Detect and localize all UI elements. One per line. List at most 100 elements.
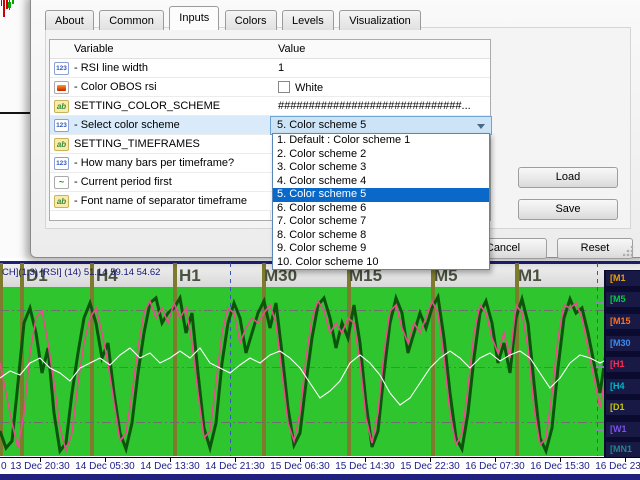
candlestick-fragment [8, 2, 11, 8]
timeframe-separator [90, 263, 94, 456]
tab-levels[interactable]: Levels [281, 10, 334, 30]
candlestick-fragment [1, 0, 2, 6]
candlestick-fragment [12, 0, 14, 4]
dropdown-item[interactable]: 9. Color scheme 9 [273, 242, 489, 256]
load-button[interactable]: Load [518, 167, 618, 188]
color-value-label: White [295, 82, 324, 94]
window-bottom-border [0, 474, 640, 480]
param-name: - RSI line width [74, 62, 148, 74]
period-separator-line [230, 263, 231, 456]
time-axis-label: 13 Dec 20:30 [10, 461, 70, 472]
timeframe-separator [431, 263, 435, 456]
dropdown-item[interactable]: 7. Color scheme 7 [273, 215, 489, 229]
scale-tick [596, 302, 604, 304]
time-axis[interactable]: 0 13 Dec 20:30 14 Dec 05:30 14 Dec 13:30… [0, 457, 640, 474]
scale-badge-m15: [M15 [606, 314, 640, 329]
color-scheme-dropdown-list: 1. Default : Color scheme 1 2. Color sch… [272, 133, 490, 270]
scale-badge-w1: [W1 [606, 422, 640, 437]
axis-tick [105, 458, 106, 462]
tab-colors[interactable]: Colors [224, 10, 277, 30]
param-value[interactable]: 1 [278, 62, 284, 74]
rsi-level-line [0, 422, 604, 423]
dropdown-item[interactable]: 2. Color scheme 2 [273, 148, 489, 162]
axis-tick [430, 458, 431, 462]
chevron-down-icon[interactable] [477, 124, 485, 129]
timeframe-label-m1: M1 [518, 266, 542, 285]
time-axis-label: 15 Dec 06:30 [270, 461, 330, 472]
text-param-icon: ab [54, 195, 69, 208]
rsi-indicator-window: D1 H4 H1 M30 M15 M5 M1 CH](1,3) [RSI] (1… [0, 258, 640, 480]
param-name: - Current period first [74, 176, 172, 188]
scale-badge-mn1: [MN1 [606, 442, 640, 457]
timeframe-separator [173, 263, 177, 456]
time-axis-label: 0 [1, 461, 7, 472]
timeframe-label-h1: H1 [179, 266, 201, 285]
indicator-name-label: CH](1,3) [RSI] (14) 51.14 59.14 54.62 [2, 267, 161, 278]
param-name: - How many bars per timeframe? [74, 157, 235, 169]
timeframe-separator [347, 263, 351, 456]
curve-param-icon: ~ [54, 176, 69, 189]
axis-tick [625, 458, 626, 462]
param-name: SETTING_TIMEFRAMES [74, 138, 200, 150]
column-header-variable: Variable [74, 43, 114, 55]
color-param-icon [54, 81, 69, 94]
table-header: Variable Value [50, 40, 490, 59]
dropdown-item[interactable]: 8. Color scheme 8 [273, 229, 489, 243]
param-name: - Select color scheme [74, 119, 180, 131]
axis-tick [235, 458, 236, 462]
save-button[interactable]: Save [518, 199, 618, 220]
param-value[interactable]: White [278, 81, 323, 94]
timeframe-separator [515, 263, 519, 456]
axis-tick [495, 458, 496, 462]
tab-about[interactable]: About [45, 10, 94, 30]
timeframe-separator [0, 263, 3, 456]
axis-tick [170, 458, 171, 462]
dropdown-item[interactable]: 1. Default : Color scheme 1 [273, 134, 489, 148]
number-param-icon: 123 [54, 157, 69, 170]
chart-window-divider [0, 112, 30, 114]
rsi-plot-area [0, 287, 640, 456]
time-axis-label: 16 Dec 23:30 [595, 461, 640, 472]
scale-tick [596, 366, 604, 368]
time-axis-label: 15 Dec 22:30 [400, 461, 460, 472]
color-swatch-white[interactable] [278, 81, 290, 93]
text-param-icon: ab [54, 100, 69, 113]
param-name: - Font name of separator timeframe [74, 195, 248, 207]
param-row-rsi-line-width[interactable]: 123 - RSI line width 1 [50, 59, 490, 78]
column-header-value: Value [278, 43, 306, 55]
scale-badge-m30: [M30 [606, 336, 640, 351]
timeframe-separator [262, 263, 266, 456]
resize-grip[interactable] [623, 245, 634, 256]
combobox-value: 5. Color scheme 5 [277, 119, 367, 131]
tab-common[interactable]: Common [99, 10, 164, 30]
dropdown-item[interactable]: 3. Color scheme 3 [273, 161, 489, 175]
timeframe-separator [20, 263, 24, 456]
time-axis-label: 16 Dec 15:30 [530, 461, 590, 472]
scale-tick [596, 429, 604, 431]
number-param-icon: 123 [54, 62, 69, 75]
axis-tick [300, 458, 301, 462]
number-param-icon: 123 [54, 119, 69, 132]
candlestick-fragment [3, 0, 5, 17]
scale-badge-h1: [H1 [606, 357, 640, 372]
axis-tick [560, 458, 561, 462]
period-separator-line [597, 263, 598, 456]
dialog-tabs: About Common Inputs Colors Levels Visual… [45, 6, 422, 30]
dropdown-item-selected[interactable]: 5. Color scheme 5 [273, 188, 489, 202]
tab-visualization[interactable]: Visualization [339, 10, 421, 30]
reset-button[interactable]: Reset [557, 238, 633, 259]
tab-inputs[interactable]: Inputs [169, 6, 220, 30]
scale-badge-m1: [M1 [606, 271, 640, 286]
param-name: SETTING_COLOR_SCHEME [74, 100, 221, 112]
axis-tick [40, 458, 41, 462]
dropdown-item[interactable]: 4. Color scheme 4 [273, 175, 489, 189]
param-row-color-obos[interactable]: - Color OBOS rsi White [50, 78, 490, 97]
axis-tick [365, 458, 366, 462]
time-axis-label: 14 Dec 13:30 [140, 461, 200, 472]
param-value[interactable]: ##############################... [278, 100, 471, 112]
param-row-setting-color-scheme[interactable]: ab SETTING_COLOR_SCHEME ################… [50, 97, 490, 116]
price-scale[interactable]: [M1 [M5 [M15 [M30 [H1 [H4 [D1 [W1 [MN1 [596, 270, 640, 457]
dropdown-item[interactable]: 10. Color scheme 10 [273, 256, 489, 270]
dropdown-item[interactable]: 6. Color scheme 6 [273, 202, 489, 216]
scale-badge-h4: [H4 [606, 379, 640, 394]
